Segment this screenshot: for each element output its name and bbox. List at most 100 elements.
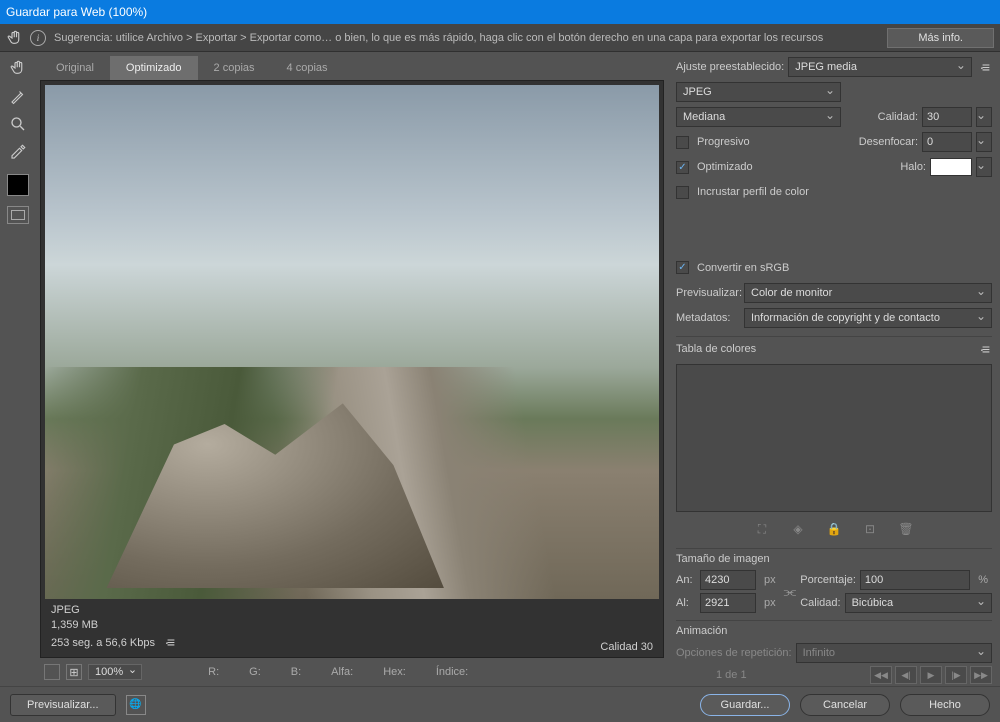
preset-select[interactable]: JPEG media xyxy=(788,57,972,77)
preview-canvas: JPEG 1,359 MB 253 seg. a 56,6 Kbps ∙≡ Ca… xyxy=(40,80,664,658)
color-table-menu-icon[interactable]: ∙≡ xyxy=(976,341,992,357)
preview-loadtime: 253 seg. a 56,6 Kbps xyxy=(51,636,155,651)
anim-play-button[interactable]: ▶ xyxy=(920,666,942,684)
metadata-select[interactable]: Información de copyright y de contacto xyxy=(744,308,992,328)
info-icon: i xyxy=(30,30,46,46)
zoom-select[interactable]: 100% xyxy=(88,664,142,680)
width-label: An: xyxy=(676,574,696,586)
optimized-checkbox[interactable] xyxy=(676,161,689,174)
height-label: Al: xyxy=(676,597,696,609)
bandwidth-menu-icon[interactable]: ∙≡ xyxy=(161,633,177,653)
width-input[interactable] xyxy=(700,570,756,590)
percent-input[interactable] xyxy=(860,570,970,590)
progressive-checkbox[interactable] xyxy=(676,136,689,149)
convert-srgb-label: Convertir en sRGB xyxy=(697,262,789,274)
color-table-header: Tabla de colores xyxy=(676,343,756,355)
format-select[interactable]: JPEG xyxy=(676,82,841,102)
tab-4up[interactable]: 4 copias xyxy=(271,56,344,80)
eyedropper-tool[interactable] xyxy=(4,140,32,164)
suggestion-text: Sugerencia: utilice Archivo > Exportar >… xyxy=(54,32,887,44)
image-size-header: Tamaño de imagen xyxy=(676,548,992,567)
percent-label: Porcentaje: xyxy=(800,574,856,586)
optimized-label: Optimizado xyxy=(697,161,753,173)
anim-last-button[interactable]: ▶▶ xyxy=(970,666,992,684)
eyedropper-color-swatch[interactable] xyxy=(7,174,29,196)
anim-first-button[interactable]: ◀◀ xyxy=(870,666,892,684)
embed-profile-label: Incrustar perfil de color xyxy=(697,186,809,198)
preview-tabs: Original Optimizado 2 copias 4 copias xyxy=(40,56,664,80)
width-unit: px xyxy=(760,574,780,586)
preview-filesize: 1,359 MB xyxy=(51,618,177,633)
height-input[interactable] xyxy=(700,593,756,613)
preset-menu-icon[interactable]: ∙≡ xyxy=(976,59,992,75)
preset-label: Ajuste preestablecido: xyxy=(676,61,784,73)
save-button[interactable]: Guardar... xyxy=(700,694,790,716)
status-row: ⊞ 100% R: G: B: Alfa: Hex: Índice: xyxy=(40,658,664,686)
preview-quality: Calidad 30 xyxy=(600,641,653,653)
halo-color-well[interactable] xyxy=(930,158,972,176)
preview-image[interactable] xyxy=(45,85,659,599)
ct-snap-icon[interactable]: ⛶ xyxy=(754,521,770,537)
animation-controls: 1 de 1 ◀◀ ◀| ▶ |▶ ▶▶ xyxy=(676,664,992,686)
browser-preview-icon[interactable]: 🌐 xyxy=(126,695,146,715)
repeat-select: Infinito xyxy=(796,643,992,663)
blur-label: Desenfocar: xyxy=(859,136,918,148)
metadata-label: Metadatos: xyxy=(676,312,740,324)
blur-dropdown[interactable] xyxy=(976,132,992,152)
hand-tool-icon[interactable] xyxy=(6,29,24,47)
color-table-area xyxy=(676,364,992,512)
ct-new-icon[interactable]: ⊡ xyxy=(862,521,878,537)
color-readouts: R: G: B: Alfa: Hex: Índice: xyxy=(208,666,468,678)
preview-info-bar: JPEG 1,359 MB 253 seg. a 56,6 Kbps ∙≡ Ca… xyxy=(45,599,659,653)
color-table-icons: ⛶ ◈ 🔒 ⊡ 🗑 xyxy=(676,517,992,541)
more-info-button[interactable]: Más info. xyxy=(887,28,994,48)
readout-g: G: xyxy=(249,666,261,678)
progressive-label: Progresivo xyxy=(697,136,750,148)
animation-header: Animación xyxy=(676,620,992,639)
scale-quality-label: Calidad: xyxy=(800,597,840,609)
ct-shift-icon[interactable]: ◈ xyxy=(790,521,806,537)
status-box-1[interactable] xyxy=(44,664,60,680)
readout-index: Índice: xyxy=(436,666,468,678)
preview-select[interactable]: Color de monitor xyxy=(744,283,992,303)
scale-quality-select[interactable]: Bicúbica xyxy=(845,593,992,613)
tools-toolbar xyxy=(0,52,36,686)
preview-format: JPEG xyxy=(51,603,177,618)
anim-prev-button[interactable]: ◀| xyxy=(895,666,917,684)
tab-original[interactable]: Original xyxy=(40,56,110,80)
blur-input[interactable] xyxy=(922,132,972,152)
halo-label: Halo: xyxy=(900,161,926,173)
status-box-2[interactable]: ⊞ xyxy=(66,664,82,680)
readout-alpha: Alfa: xyxy=(331,666,353,678)
readout-r: R: xyxy=(208,666,219,678)
titlebar: Guardar para Web (100%) xyxy=(0,0,1000,24)
ct-lock-icon[interactable]: 🔒 xyxy=(826,521,842,537)
frame-status: 1 de 1 xyxy=(716,669,747,681)
done-button[interactable]: Hecho xyxy=(900,694,990,716)
link-dimensions-icon[interactable]: ⫘ xyxy=(782,583,799,600)
readout-hex: Hex: xyxy=(383,666,406,678)
slice-visibility-toggle[interactable] xyxy=(7,206,29,224)
ct-trash-icon[interactable]: 🗑 xyxy=(898,521,914,537)
suggestion-bar: i Sugerencia: utilice Archivo > Exportar… xyxy=(0,24,1000,52)
height-unit: px xyxy=(760,597,780,609)
preview-button[interactable]: Previsualizar... xyxy=(10,694,116,716)
preview-section: Original Optimizado 2 copias 4 copias JP… xyxy=(36,52,668,686)
repeat-label: Opciones de repetición: xyxy=(676,647,792,659)
quality-dropdown[interactable] xyxy=(976,107,992,127)
tab-optimized[interactable]: Optimizado xyxy=(110,56,198,80)
quality-type-select[interactable]: Mediana xyxy=(676,107,841,127)
quality-input[interactable] xyxy=(922,107,972,127)
anim-next-button[interactable]: |▶ xyxy=(945,666,967,684)
zoom-tool[interactable] xyxy=(4,112,32,136)
convert-srgb-checkbox[interactable] xyxy=(676,261,689,274)
percent-unit: % xyxy=(974,574,992,586)
embed-profile-checkbox[interactable] xyxy=(676,186,689,199)
halo-dropdown[interactable] xyxy=(976,157,992,177)
slice-tool[interactable] xyxy=(4,84,32,108)
tab-2up[interactable]: 2 copias xyxy=(198,56,271,80)
hand-tool[interactable] xyxy=(4,56,32,80)
cancel-button[interactable]: Cancelar xyxy=(800,694,890,716)
quality-label: Calidad: xyxy=(878,111,918,123)
settings-panel: Ajuste preestablecido: JPEG media ∙≡ JPE… xyxy=(668,52,1000,686)
